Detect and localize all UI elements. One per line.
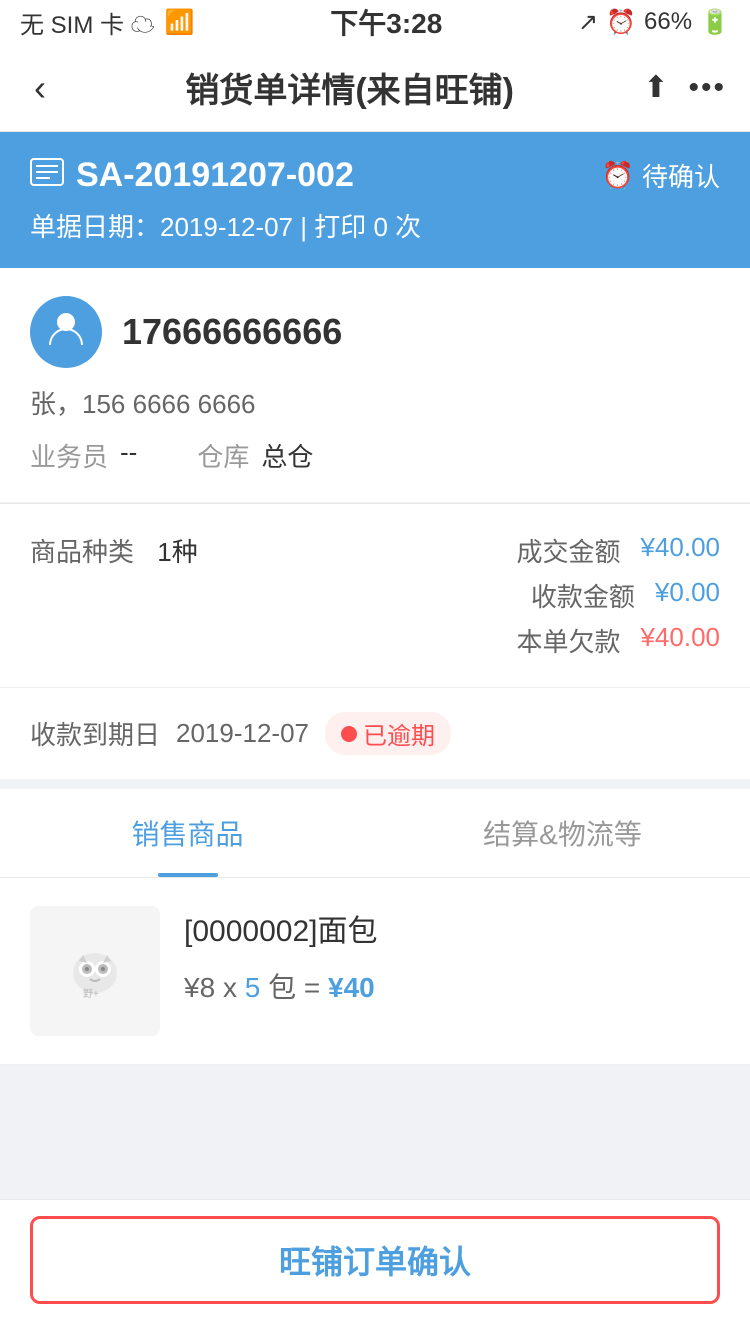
salesperson-item: 业务员 -- <box>30 437 137 474</box>
order-id: SA-20191207-002 <box>30 156 354 195</box>
back-button[interactable]: ‹ <box>24 57 56 119</box>
status-bar: 无 SIM 卡 ☁ 📶 下午3:28 ↗ ⏰ 66% 🔋 <box>0 0 750 44</box>
received-amount: ¥0.00 <box>655 577 720 614</box>
tabs-section: 销售商品 结算&物流等 <box>0 789 750 878</box>
overdue-badge: 已逾期 <box>325 712 451 755</box>
owed-amount: ¥40.00 <box>640 622 720 659</box>
salesperson-value: -- <box>120 437 137 474</box>
customer-row: 17666666666 <box>30 296 720 368</box>
owed-row: 本单欠款 ¥40.00 <box>516 622 720 659</box>
customer-name: 张，156 6666 6666 <box>30 384 720 421</box>
order-icon <box>30 156 64 195</box>
product-item: 野+ [0000002]面包 ¥8 x 5 包 = ¥40 <box>0 878 750 1065</box>
tab-settlement[interactable]: 结算&物流等 <box>375 789 750 877</box>
avatar-icon <box>46 307 86 357</box>
nav-actions: ⬆ ••• <box>643 70 726 105</box>
alarm-icon: ⏰ <box>606 8 636 37</box>
avatar <box>30 296 102 368</box>
unit-price: ¥8 <box>184 972 215 1003</box>
tab-underline <box>158 873 218 877</box>
product-thumbnail: 野+ <box>30 906 160 1036</box>
order-status: ⏰ 待确认 <box>602 157 720 194</box>
stats-left: 商品种类 1种 <box>30 532 198 569</box>
equals: = <box>304 972 328 1003</box>
status-right: ↗ ⏰ 66% 🔋 <box>578 8 730 37</box>
more-icon[interactable]: ••• <box>688 71 726 105</box>
total-price: ¥40 <box>328 972 375 1003</box>
price-separator: x <box>223 972 245 1003</box>
status-left: 无 SIM 卡 ☁ 📶 <box>20 5 195 40</box>
share-icon[interactable]: ⬆ <box>643 70 668 105</box>
product-section: 野+ [0000002]面包 ¥8 x 5 包 = ¥40 <box>0 878 750 1065</box>
page-title: 销货单详情(来自旺铺) <box>56 63 643 112</box>
transaction-label: 成交金额 <box>516 532 620 569</box>
warehouse-item: 仓库 总仓 <box>197 437 313 474</box>
transaction-row: 成交金额 ¥40.00 <box>516 532 720 569</box>
status-time: 下午3:28 <box>330 2 442 42</box>
location-icon: ↗ <box>578 8 598 37</box>
customer-section: 17666666666 张，156 6666 6666 业务员 -- 仓库 总仓 <box>0 268 750 503</box>
product-info: [0000002]面包 ¥8 x 5 包 = ¥40 <box>184 906 720 1006</box>
product-price-row: ¥8 x 5 包 = ¥40 <box>184 966 720 1006</box>
overdue-dot-icon <box>341 726 357 742</box>
order-header-top: SA-20191207-002 ⏰ 待确认 <box>30 156 720 195</box>
product-name: [0000002]面包 <box>184 906 720 950</box>
stats-section: 商品种类 1种 成交金额 ¥40.00 收款金额 ¥0.00 本单欠款 ¥40.… <box>0 504 750 688</box>
svg-text:野+: 野+ <box>83 988 99 1000</box>
stats-right: 成交金额 ¥40.00 收款金额 ¥0.00 本单欠款 ¥40.00 <box>516 532 720 659</box>
wifi-icon: 📶 <box>165 8 195 37</box>
unit: 包 <box>268 972 296 1003</box>
warehouse-value: 总仓 <box>261 437 313 474</box>
bottom-bar: 旺铺订单确认 <box>0 1199 750 1334</box>
customer-meta: 业务员 -- 仓库 总仓 <box>30 437 720 474</box>
product-type-item: 商品种类 1种 <box>30 532 198 569</box>
received-row: 收款金额 ¥0.00 <box>531 577 720 614</box>
clock-icon: ⏰ <box>602 160 634 191</box>
received-label: 收款金额 <box>531 577 635 614</box>
customer-phone: 17666666666 <box>122 311 342 353</box>
confirm-button[interactable]: 旺铺订单确认 <box>30 1216 720 1304</box>
tab-products[interactable]: 销售商品 <box>0 789 375 877</box>
battery-label: 66% <box>644 8 692 36</box>
tabs-row: 销售商品 结算&物流等 <box>0 789 750 877</box>
due-date-label: 收款到期日 <box>30 715 160 752</box>
due-section: 收款到期日 2019-12-07 已逾期 <box>0 688 750 789</box>
salesperson-label: 业务员 <box>30 437 108 474</box>
product-owl-icon: 野+ <box>55 941 135 1001</box>
nav-bar: ‹ 销货单详情(来自旺铺) ⬆ ••• <box>0 44 750 132</box>
transaction-amount: ¥40.00 <box>640 532 720 569</box>
sim-label: 无 SIM 卡 ☁ <box>20 5 155 40</box>
order-header-card: SA-20191207-002 ⏰ 待确认 单据日期：2019-12-07 | … <box>0 132 750 268</box>
owed-label: 本单欠款 <box>516 622 620 659</box>
product-count: 1种 <box>157 537 197 567</box>
order-date: 单据日期：2019-12-07 | 打印 0 次 <box>30 207 720 244</box>
due-date-value: 2019-12-07 <box>176 718 309 749</box>
quantity: 5 <box>245 972 261 1003</box>
warehouse-label: 仓库 <box>197 437 249 474</box>
battery-icon: 🔋 <box>700 8 730 37</box>
